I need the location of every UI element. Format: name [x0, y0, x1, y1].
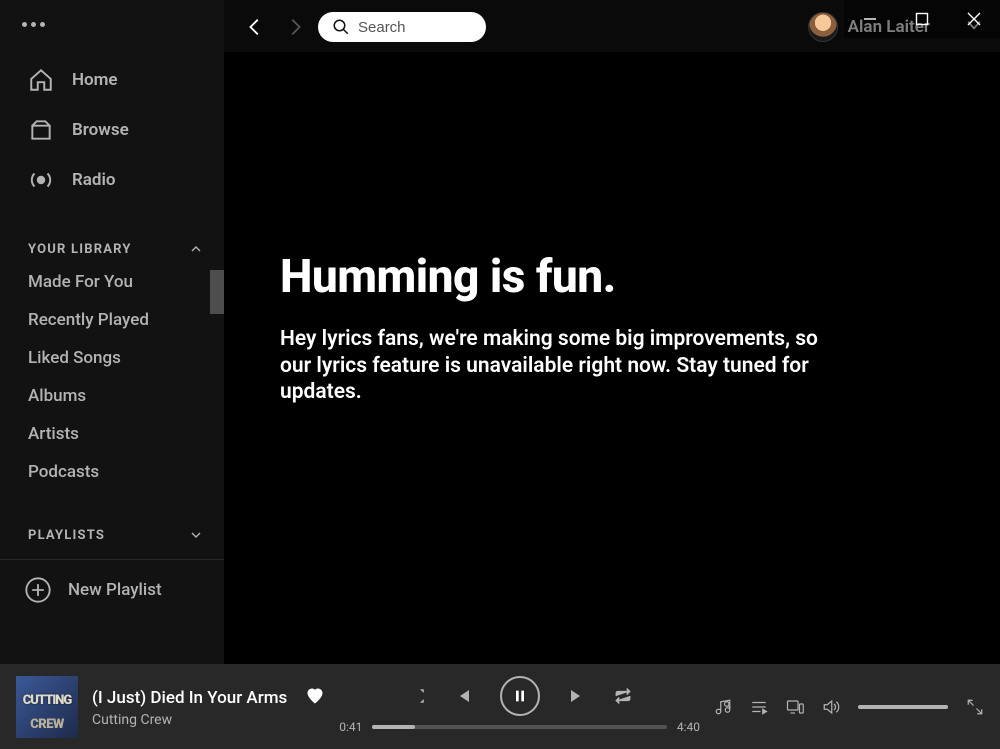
like-button[interactable]: [305, 686, 325, 710]
track-artist[interactable]: Cutting Crew: [92, 712, 325, 728]
nav-radio[interactable]: Radio: [8, 155, 216, 205]
previous-button[interactable]: [454, 687, 472, 705]
repeat-button[interactable]: [614, 687, 632, 705]
chevron-down-icon: [188, 527, 204, 543]
library-item-artists[interactable]: Artists: [0, 415, 224, 453]
sidebar-scrollbar[interactable]: [210, 270, 224, 314]
playlists-header[interactable]: PLAYLISTS: [0, 491, 224, 549]
library-item-albums[interactable]: Albums: [0, 377, 224, 415]
plus-circle-icon: [24, 576, 52, 604]
fullscreen-button[interactable]: [966, 698, 984, 716]
home-icon: [28, 67, 54, 93]
lyrics-button[interactable]: [714, 698, 732, 716]
browse-icon: [28, 117, 54, 143]
library-item-podcasts[interactable]: Podcasts: [0, 453, 224, 491]
queue-button[interactable]: [750, 698, 768, 716]
nav-label: Radio: [72, 170, 116, 190]
duration-time: 4:40: [677, 720, 700, 734]
new-playlist-label: New Playlist: [68, 580, 162, 600]
next-button[interactable]: [568, 687, 586, 705]
library-item-recently-played[interactable]: Recently Played: [0, 301, 224, 339]
devices-button[interactable]: [786, 698, 804, 716]
pause-button[interactable]: [500, 676, 540, 716]
elapsed-time: 0:41: [339, 720, 362, 734]
nav-label: Home: [72, 70, 118, 90]
window-minimize-button[interactable]: [844, 0, 896, 38]
window-maximize-button[interactable]: [896, 0, 948, 38]
minimize-icon: [863, 12, 877, 26]
close-icon: [967, 12, 981, 26]
pause-icon: [512, 688, 528, 704]
new-playlist-button[interactable]: New Playlist: [0, 560, 224, 620]
heart-icon: [305, 686, 325, 706]
volume-button[interactable]: [822, 698, 840, 716]
content-headline: Humming is fun.: [280, 250, 944, 304]
album-art[interactable]: [16, 676, 78, 738]
nav-home[interactable]: Home: [8, 55, 216, 105]
library-item-liked-songs[interactable]: Liked Songs: [0, 339, 224, 377]
library-item-made-for-you[interactable]: Made For You: [0, 263, 224, 301]
volume-fill: [858, 705, 948, 709]
radio-icon: [28, 167, 54, 193]
chevron-up-icon: [188, 241, 204, 257]
content-subtext: Hey lyrics fans, we're making some big i…: [280, 326, 820, 407]
seek-fill: [372, 725, 415, 729]
app-menu-button[interactable]: [0, 0, 224, 35]
maximize-icon: [915, 12, 929, 26]
track-title[interactable]: (I Just) Died In Your Arms: [92, 688, 287, 708]
nav-label: Browse: [72, 120, 129, 140]
seek-bar[interactable]: [372, 725, 666, 729]
volume-slider[interactable]: [858, 705, 948, 709]
library-header[interactable]: YOUR LIBRARY: [0, 205, 224, 263]
shuffle-button[interactable]: [408, 687, 426, 705]
window-close-button[interactable]: [948, 0, 1000, 38]
nav-browse[interactable]: Browse: [8, 105, 216, 155]
